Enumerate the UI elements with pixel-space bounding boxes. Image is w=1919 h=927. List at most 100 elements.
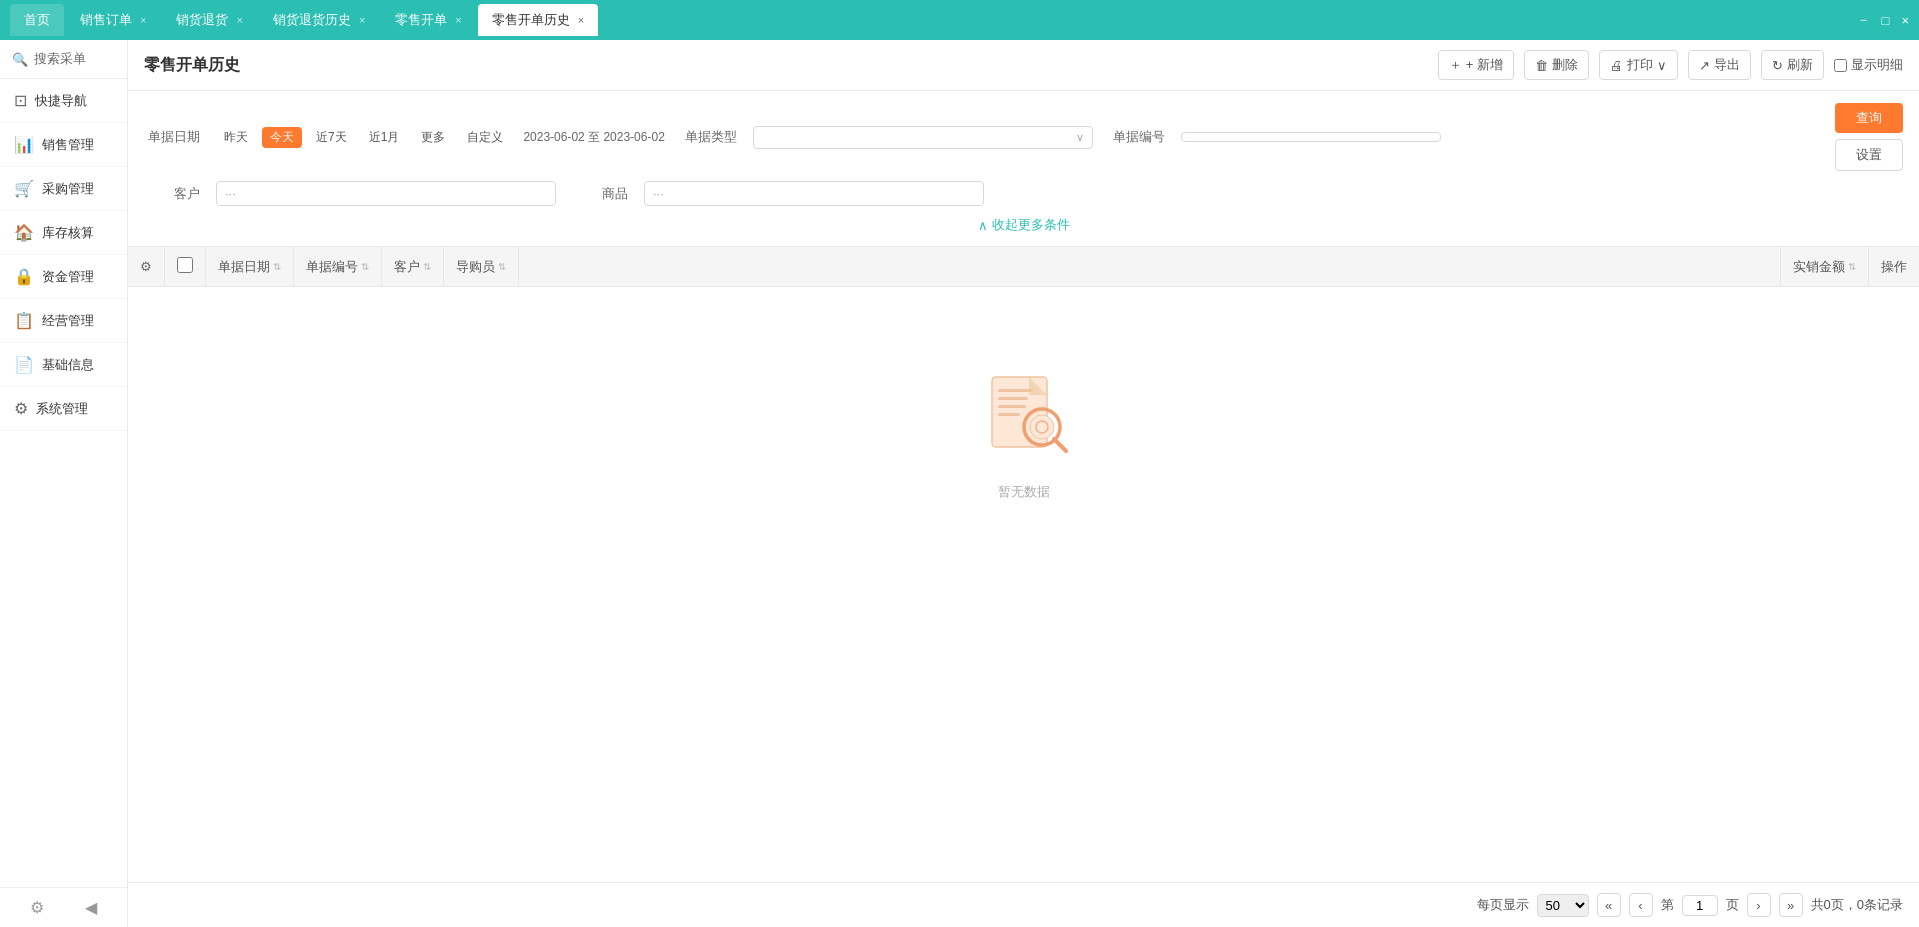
per-page-select[interactable]: 50 20 100 200 [1537,894,1589,917]
sidebar-icon-inventory: 🏠 [14,223,34,242]
empty-state: 暂无数据 [128,287,1919,581]
minimize-btn[interactable]: － [1857,11,1870,29]
tab-sales-order[interactable]: 销售订单 × [66,4,160,36]
tab-retail-bill-history[interactable]: 零售开单历史× [478,4,598,36]
first-page-btn[interactable]: « [1597,893,1621,917]
next-page-btn[interactable]: › [1747,893,1771,917]
date-opt-more[interactable]: 更多 [413,127,453,148]
svg-rect-2 [998,397,1028,400]
print-icon: 🖨 [1610,58,1623,73]
window-controls: － □ × [1857,11,1909,29]
date-opt-1month[interactable]: 近1月 [361,127,408,148]
sidebar-label-operations: 经营管理 [42,312,94,330]
select-all-checkbox[interactable] [177,257,193,273]
sidebar-item-inventory[interactable]: 🏠 库存核算 [0,211,127,255]
tab-sales-return[interactable]: 销货退货× [162,4,256,36]
export-button[interactable]: ↗ 导出 [1688,50,1751,80]
sidebar-item-basic-info[interactable]: 📄 基础信息 [0,343,127,387]
prev-page-btn[interactable]: ‹ [1629,893,1653,917]
pagination: 每页显示 50 20 100 200 « ‹ 第 页 › » 共0页，0条记录 [128,882,1919,927]
sidebar-item-finance[interactable]: 🔒 资金管理 [0,255,127,299]
sidebar-icon-sales-mgmt: 📊 [14,135,34,154]
tab-label-sales-order: 销售订单 [80,11,132,29]
date-opt-custom[interactable]: 自定义 [459,127,511,148]
sidebar-item-sales-mgmt[interactable]: 📊 销售管理 [0,123,127,167]
billno-sort[interactable]: 单据编号 ⇅ [306,258,369,276]
sidebar-item-operations[interactable]: 📋 经营管理 [0,299,127,343]
date-sort-icon: ⇅ [273,261,281,272]
collapse-icon: ∧ [978,218,988,233]
amount-sort[interactable]: 实销金额 ⇅ [1793,258,1856,276]
page-label: 第 [1661,896,1674,914]
maximize-btn[interactable]: □ [1882,13,1890,28]
content-area: 零售开单历史 ＋ + 新增 🗑 删除 🖨 打印 ∨ ↗ 导出 [128,40,1919,927]
settings-icon[interactable]: ⚙ [30,898,44,917]
sidebar-label-finance: 资金管理 [42,268,94,286]
spacer-col-header [519,247,1781,287]
close-btn[interactable]: × [1901,13,1909,28]
sidebar-label-sales-mgmt: 销售管理 [42,136,94,154]
date-range-display: 2023-06-02 至 2023-06-02 [523,129,664,146]
svg-line-7 [1054,439,1066,451]
delete-icon: 🗑 [1535,58,1548,73]
bill-no-input[interactable] [1181,132,1441,142]
date-label: 单据日期 [144,128,200,146]
sidebar-icon-purchase-mgmt: 🛒 [14,179,34,198]
sidebar-bottom: ⚙ ◀ [0,887,127,927]
refresh-icon: ↻ [1772,58,1783,73]
filter-area: 单据日期 昨天 今天 近7天 近1月 更多 自定义 2023-06-02 至 2… [128,91,1919,247]
sidebar-label-quick-nav: 快捷导航 [35,92,87,110]
tab-label-retail-bill: 零售开单 [395,11,447,29]
query-button[interactable]: 查询 [1835,103,1903,133]
table-settings-icon[interactable]: ⚙ [140,259,152,274]
sidebar-item-system[interactable]: ⚙ 系统管理 [0,387,127,431]
bill-no-label: 单据编号 [1109,128,1165,146]
date-options: 昨天 今天 近7天 近1月 更多 自定义 2023-06-02 至 2023-0… [216,127,665,148]
sidebar-item-quick-nav[interactable]: ⊡ 快捷导航 [0,79,127,123]
tab-home[interactable]: 首页 [10,4,64,36]
set-button[interactable]: 设置 [1835,139,1903,171]
page-input[interactable] [1682,895,1718,916]
sidebar-search[interactable]: 🔍 搜索采单 [0,40,127,79]
amount-sort-icon: ⇅ [1848,261,1856,272]
add-button[interactable]: ＋ + 新增 [1438,50,1514,80]
customer-sort-icon: ⇅ [423,261,431,272]
salesperson-col-header: 导购员 ⇅ [444,247,519,287]
product-input[interactable]: ··· [644,181,984,206]
collapse-sidebar-icon[interactable]: ◀ [85,898,97,917]
sidebar-icon-operations: 📋 [14,311,34,330]
tab-retail-bill[interactable]: 零售开单 × [381,4,475,36]
customer-sort[interactable]: 客户 ⇅ [394,258,431,276]
sidebar-icon-quick-nav: ⊡ [14,91,27,110]
last-page-btn[interactable]: » [1779,893,1803,917]
table-body: 暂无数据 [128,287,1919,582]
print-button[interactable]: 🖨 打印 ∨ [1599,50,1678,80]
sidebar-icon-basic-info: 📄 [14,355,34,374]
tab-close-sales-order[interactable]: × [140,14,146,26]
sidebar-label-system: 系统管理 [36,400,88,418]
tab-close-sales-return[interactable]: × [236,14,242,26]
svg-point-6 [1030,415,1054,439]
refresh-button[interactable]: ↻ 刷新 [1761,50,1824,80]
table-header-row: ⚙ 单据日期 ⇅ 单据编号 [128,247,1919,287]
tab-close-retail-bill-history[interactable]: × [578,14,584,26]
customer-input[interactable]: ··· [216,181,556,206]
sidebar-icon-finance: 🔒 [14,267,34,286]
per-page-label: 每页显示 [1477,896,1529,914]
salesperson-sort[interactable]: 导购员 ⇅ [456,258,506,276]
tab-close-sales-return-history[interactable]: × [359,14,365,26]
empty-illustration [974,367,1074,467]
tab-sales-return-history[interactable]: 销货退货历史× [259,4,379,36]
display-detail-checkbox[interactable] [1834,59,1847,72]
date-sort[interactable]: 单据日期 ⇅ [218,258,281,276]
date-opt-today[interactable]: 今天 [262,127,302,148]
collapse-more-btn[interactable]: ∧ 收起更多条件 [978,216,1070,234]
date-opt-7days[interactable]: 近7天 [308,127,355,148]
tab-close-retail-bill[interactable]: × [455,14,461,26]
date-opt-yesterday[interactable]: 昨天 [216,127,256,148]
delete-button[interactable]: 🗑 删除 [1524,50,1589,80]
bill-type-select[interactable]: ∨ [753,126,1093,149]
display-detail-toggle[interactable]: 显示明细 [1834,56,1903,74]
bill-type-label: 单据类型 [681,128,737,146]
sidebar-item-purchase-mgmt[interactable]: 🛒 采购管理 [0,167,127,211]
